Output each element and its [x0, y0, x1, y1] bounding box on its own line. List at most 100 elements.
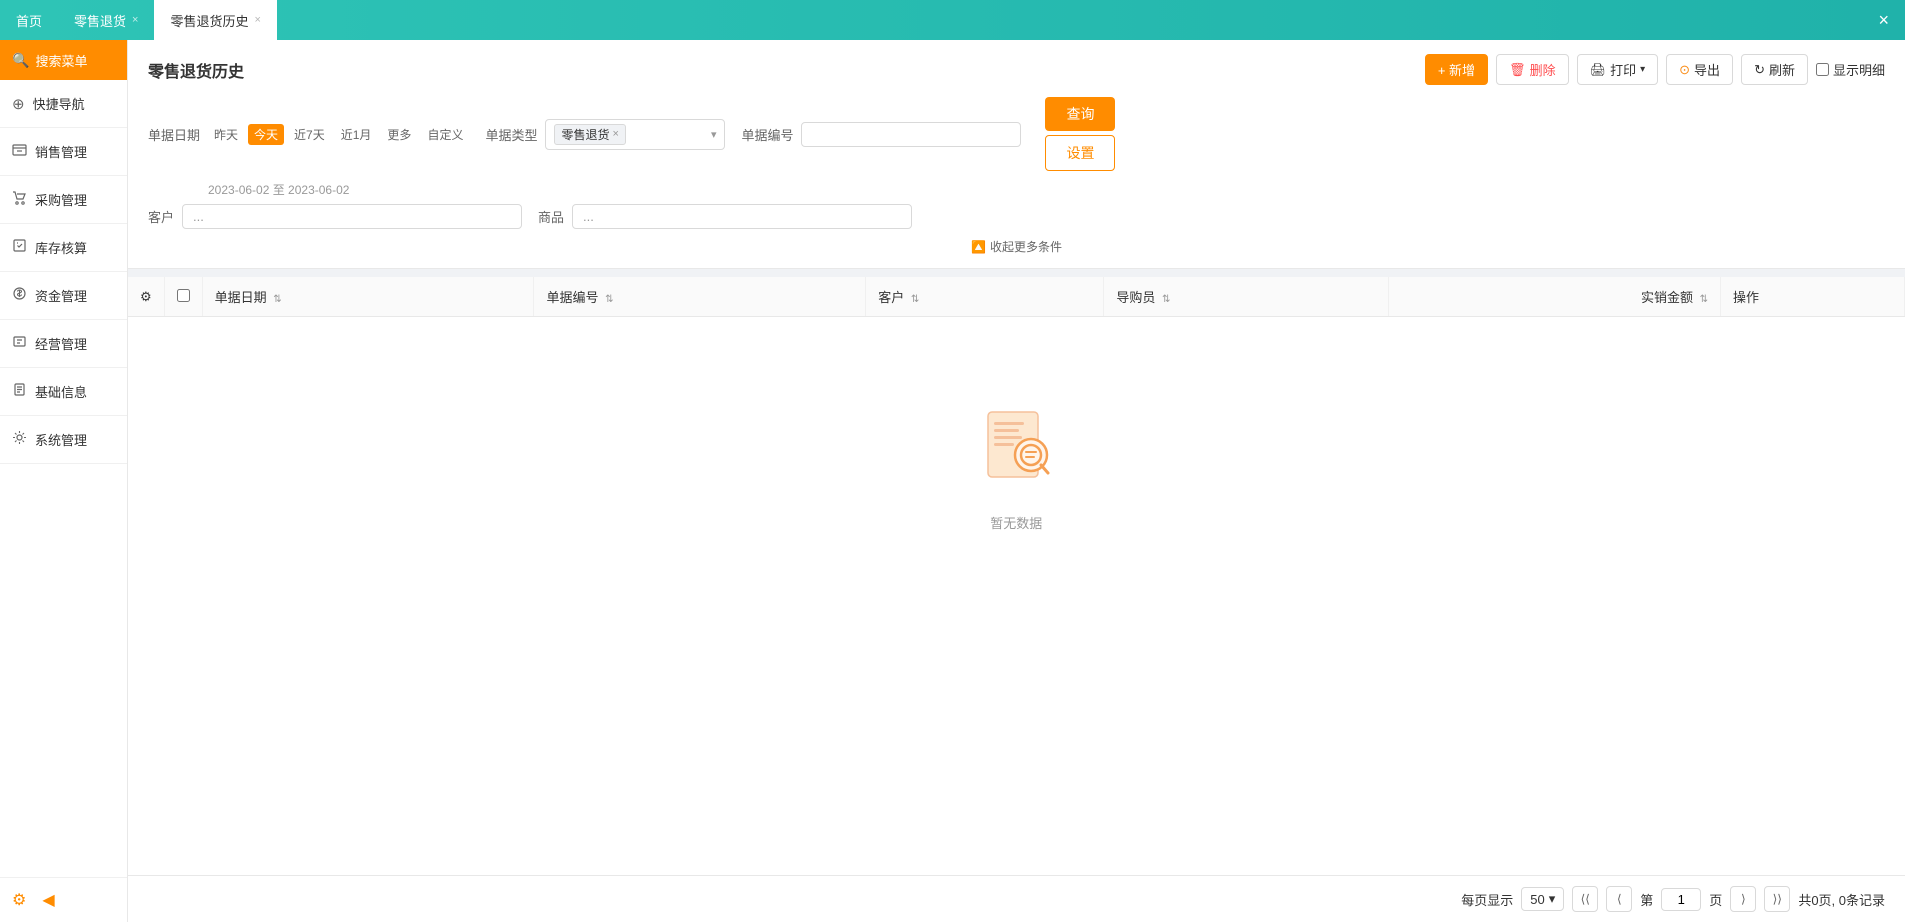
tab-retail-return-history-close[interactable]: × [254, 14, 260, 26]
refresh-button-label: 刷新 [1769, 60, 1795, 79]
doc-type-tag-close[interactable]: × [612, 128, 618, 140]
refresh-button[interactable]: ↻ 刷新 [1741, 54, 1808, 85]
filter-row-2: 客户 ... 商品 ... [148, 204, 1885, 229]
show-detail-text: 显示明细 [1833, 60, 1885, 79]
doc-number-filter-label: 单据编号 [741, 125, 793, 144]
sidebar-item-sales-mgmt[interactable]: 销售管理 [0, 128, 127, 176]
sidebar-item-quick-nav[interactable]: ⊕ 快捷导航 [0, 80, 127, 128]
customer-input[interactable]: ... [182, 204, 522, 229]
export-button[interactable]: ⊙ 导出 [1666, 54, 1733, 85]
sidebar-item-purchase-mgmt[interactable]: 采购管理 [0, 176, 127, 224]
export-icon: ⊙ [1679, 62, 1690, 78]
sidebar-bottom: ⚙ ◀ [0, 877, 127, 922]
main-layout: 🔍 搜索菜单 ⊕ 快捷导航 销售管理 采购管理 库存核算 [0, 40, 1905, 922]
th-settings: ⚙ [128, 277, 164, 317]
operations-icon [12, 334, 27, 353]
collapse-up-icon: 🔼 [971, 240, 986, 254]
print-button-label: 打印 [1610, 60, 1636, 79]
sidebar-item-system-mgmt[interactable]: 系统管理 [0, 416, 127, 464]
collapse-sidebar-icon[interactable]: ◀ [42, 890, 54, 910]
sidebar-item-operations-label: 经营管理 [35, 334, 87, 353]
page-word: 第 [1640, 890, 1653, 909]
sidebar-search[interactable]: 🔍 搜索菜单 [0, 40, 127, 80]
goods-filter-group: 商品 ... [538, 204, 912, 229]
filter-row-1: 单据日期 昨天 今天 近7天 近1月 更多 自定义 单据类型 [148, 97, 1885, 171]
first-page-button[interactable]: ⟨⟨ [1572, 886, 1598, 912]
filter-setting-button[interactable]: 设置 [1045, 135, 1115, 171]
sort-amount-icon[interactable]: ⇅ [1700, 294, 1708, 305]
page-title-row: 零售退货历史 + 新增 🗑 删除 🖨 打印 ▾ ⊙ [148, 54, 1885, 85]
th-amount: 实销金额 ⇅ [1389, 277, 1721, 317]
query-setting-col: 查询 设置 [1045, 97, 1115, 171]
window-close-button[interactable]: × [1862, 10, 1905, 31]
sort-doc-date-icon[interactable]: ⇅ [273, 294, 281, 305]
doc-type-select[interactable]: 零售退货 × ▾ [545, 119, 725, 150]
tab-retail-return-history[interactable]: 零售退货历史 × [154, 0, 276, 40]
tab-home[interactable]: 首页 [0, 0, 58, 40]
th-doc-date: 单据日期 ⇅ [202, 277, 534, 317]
tab-retail-return-label: 零售退货 [74, 11, 126, 30]
date-btn-yesterday[interactable]: 昨天 [208, 124, 244, 145]
th-customer-label: 客户 [878, 290, 904, 305]
new-button[interactable]: + 新增 [1425, 54, 1488, 85]
th-action-label: 操作 [1733, 290, 1759, 305]
date-btn-today[interactable]: 今天 [248, 124, 284, 145]
prev-page-button[interactable]: ⟨ [1606, 886, 1632, 912]
print-chevron-icon: ▾ [1640, 64, 1645, 75]
sidebar-item-finance[interactable]: 资金管理 [0, 272, 127, 320]
sort-customer-icon[interactable]: ⇅ [911, 294, 919, 305]
collapse-button-label: 收起更多条件 [990, 238, 1062, 255]
sort-guide-icon[interactable]: ⇅ [1162, 294, 1170, 305]
doc-number-filter-group: 单据编号 [741, 122, 1021, 147]
table-header: ⚙ 单据日期 ⇅ 单据编号 ⇅ [128, 277, 1905, 317]
tab-retail-return[interactable]: 零售退货 × [58, 0, 154, 40]
goods-input[interactable]: ... [572, 204, 912, 229]
sidebar-item-sales-mgmt-label: 销售管理 [35, 142, 87, 161]
sidebar-item-operations[interactable]: 经营管理 [0, 320, 127, 368]
system-mgmt-icon [12, 430, 27, 449]
doc-type-tag: 零售退货 × [554, 124, 625, 145]
show-detail-checkbox-input[interactable] [1816, 63, 1829, 76]
doc-number-input[interactable] [801, 122, 1021, 147]
page-size-select[interactable]: 50 ▾ [1521, 887, 1564, 911]
query-button[interactable]: 查询 [1045, 97, 1115, 131]
data-table: ⚙ 单据日期 ⇅ 单据编号 ⇅ [128, 277, 1905, 612]
page-size-label: 每页显示 [1461, 890, 1513, 909]
date-filter-label: 单据日期 [148, 125, 200, 144]
purchase-mgmt-icon [12, 190, 27, 209]
doc-type-filter-label: 单据类型 [485, 125, 537, 144]
sort-doc-number-icon[interactable]: ⇅ [605, 294, 613, 305]
date-btn-7days[interactable]: 近7天 [288, 124, 331, 145]
sidebar-item-basic-info[interactable]: 基础信息 [0, 368, 127, 416]
th-checkbox [164, 277, 202, 317]
basic-info-icon [12, 382, 27, 401]
last-page-button[interactable]: ⟩⟩ [1764, 886, 1790, 912]
customer-filter-label: 客户 [148, 207, 174, 226]
doc-type-tag-value: 零售退货 [561, 126, 609, 143]
settings-icon[interactable]: ⚙ [140, 289, 152, 304]
goods-filter-label: 商品 [538, 207, 564, 226]
th-doc-number-label: 单据编号 [546, 290, 598, 305]
date-options: 昨天 今天 近7天 近1月 更多 自定义 [208, 124, 469, 145]
date-btn-1month[interactable]: 近1月 [335, 124, 378, 145]
top-bar: 首页 零售退货 × 零售退货历史 × × [0, 0, 1905, 40]
toolbar: + 新增 🗑 删除 🖨 打印 ▾ ⊙ 导出 [1425, 54, 1885, 85]
current-page-input[interactable] [1661, 888, 1701, 911]
select-all-checkbox[interactable] [177, 289, 190, 302]
collapse-button[interactable]: 🔼 收起更多条件 [961, 235, 1072, 258]
total-info: 共0页, 0条记录 [1798, 890, 1885, 909]
tab-retail-return-history-label: 零售退货历史 [170, 11, 248, 30]
empty-text: 暂无数据 [990, 513, 1042, 532]
tab-retail-return-close[interactable]: × [132, 14, 138, 26]
show-detail-label[interactable]: 显示明细 [1816, 60, 1885, 79]
main-content: 零售退货历史 + 新增 🗑 删除 🖨 打印 ▾ ⊙ [128, 40, 1905, 922]
table-body: 暂无数据 [128, 317, 1905, 613]
date-btn-more[interactable]: 更多 [381, 124, 417, 145]
settings-bottom-icon[interactable]: ⚙ [12, 890, 26, 910]
sidebar-item-inventory[interactable]: 库存核算 [0, 224, 127, 272]
print-button[interactable]: 🖨 打印 ▾ [1577, 54, 1659, 85]
page-label: 页 [1709, 890, 1722, 909]
delete-button[interactable]: 🗑 删除 [1496, 54, 1569, 85]
next-page-button[interactable]: ⟩ [1730, 886, 1756, 912]
date-btn-custom[interactable]: 自定义 [421, 124, 469, 145]
